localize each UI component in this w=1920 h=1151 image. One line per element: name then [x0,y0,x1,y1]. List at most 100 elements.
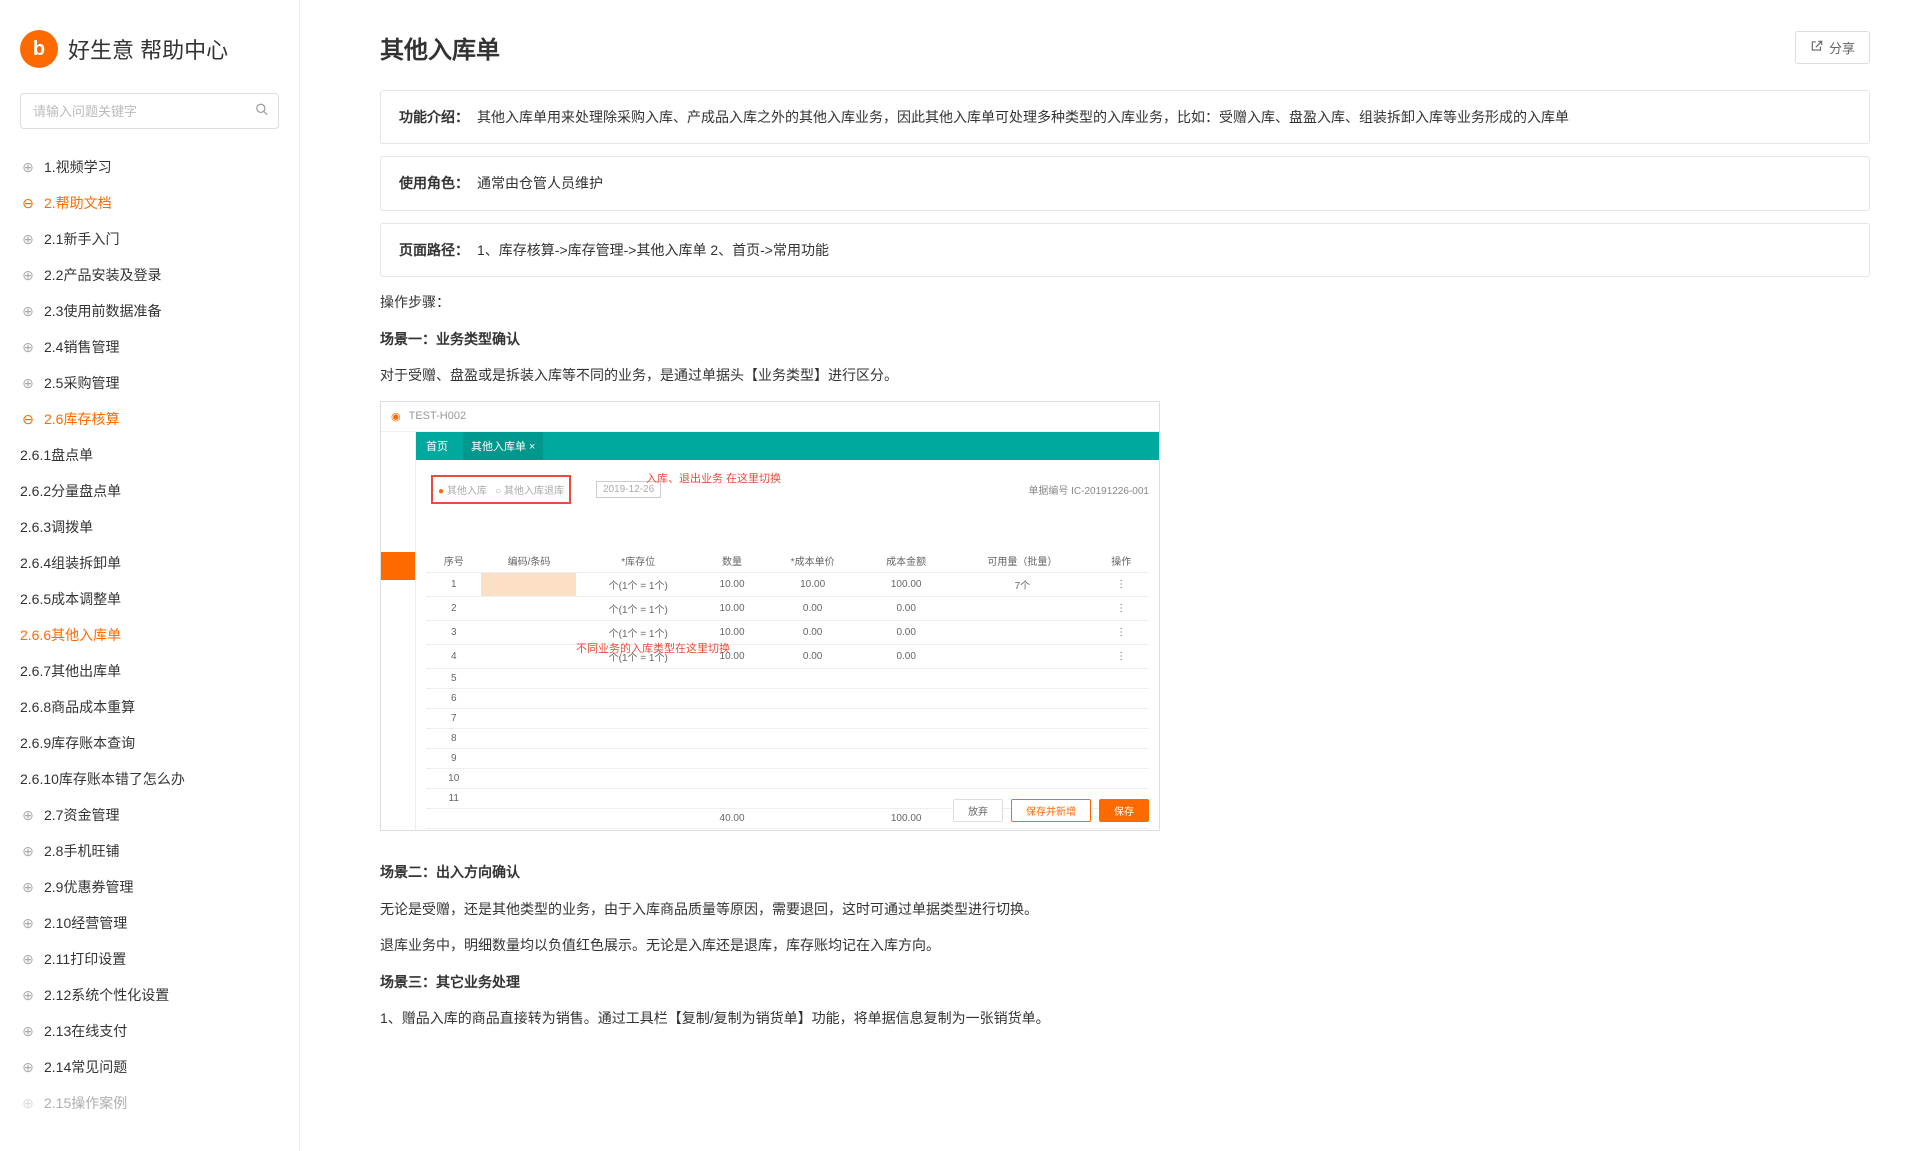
nav-2-6-1[interactable]: 2.6.1盘点单 [20,437,279,473]
path-text: 1、库存核算->库存管理->其他入库单 2、首页->常用功能 [477,242,829,258]
nav-2-11[interactable]: ⊕2.11打印设置 [20,941,279,977]
plus-icon: ⊕ [20,879,36,895]
nav-label: 1.视频学习 [44,157,112,177]
nav-2-1[interactable]: ⊕ 2.1新手入门 [20,221,279,257]
nav-2-13[interactable]: ⊕ 2.13在线支付 [20,1013,279,1049]
nav-video[interactable]: ⊕1.视频学习 [20,149,279,185]
nav-2-5[interactable]: ⊕ 2.5采购管理 [20,365,279,401]
search-icon[interactable] [255,103,269,120]
nav-label: 2.7资金管理 [44,805,119,825]
th: *库存位 [576,549,699,573]
nav-2-6[interactable]: ⊖2.6库存核算 [20,401,279,437]
nav-label: 2.2产品安装及登录 [44,265,161,285]
nav-label: 2.13在线支付 [44,1021,127,1041]
scene3-text: 1、赠品入库的商品直接转为销售。通过工具栏【复制/复制为销货单】功能，将单据信息… [380,1005,1870,1032]
shot-tabs: 首页 其他入库单 × [416,432,1159,460]
share-label: 分享 [1829,38,1855,57]
nav-docs[interactable]: ⊖ 2.帮助文档 [20,185,279,221]
nav-2-3[interactable]: ⊕ 2.3使用前数据准备 [20,293,279,329]
shot-btn-savenew: 保存并新增 [1011,799,1091,822]
plus-icon: ⊕ [20,843,36,859]
shot-btn-discard: 放弃 [953,799,1003,822]
nav-2-7[interactable]: ⊕ 2.7资金管理 [20,797,279,833]
main-content: 其他入库单 分享 功能介绍： 其他入库单用来处理除采购入库、产成品入库之外的其他入… [300,0,1920,1151]
shot-tab-home: 首页 [426,438,448,454]
nav-tree: ⊕1.视频学习 ⊖2.帮助文档 ⊕2.1新手入门 ⊕2.2产品安装及登录 ⊕2.… [20,149,279,1121]
plus-icon: ⊕ [20,915,36,931]
nav-2-6-2[interactable]: 2.6.2分量盘点单 [20,473,279,509]
nav-label: 2.8手机旺铺 [44,841,119,861]
shot-redbox-type: ● 其他入库 ○ 其他入库退库 [431,475,571,504]
th: 数量 [700,549,764,573]
nav-2-8[interactable]: ⊕ 2.8手机旺铺 [20,833,279,869]
nav-2-6-7[interactable]: 2.6.7其他出库单 [20,653,279,689]
nav-label: 2.6.4组装拆卸单 [20,553,121,573]
th: 可用量（批量） [951,549,1093,573]
nav-label: 2.6.8商品成本重算 [20,697,135,717]
intro-text: 其他入库单用来处理除采购入库、产成品入库之外的其他入库业务，因此其他入库单可处理… [477,109,1569,125]
nav-label: 2.6.6其他入库单 [20,625,121,645]
nav-2-6-4[interactable]: 2.6.4组装拆卸单 [20,545,279,581]
share-button[interactable]: 分享 [1795,31,1870,64]
nav-label: 2.11打印设置 [44,949,126,969]
nav-label: 2.3使用前数据准备 [44,301,161,321]
shot-topbar: ◉ TEST-H002 [381,402,1159,432]
nav-2-2[interactable]: ⊕2.2产品安装及登录 [20,257,279,293]
nav-2-6-8[interactable]: 2.6.8商品成本重算 [20,689,279,725]
intro-label: 功能介绍： [399,109,469,125]
plus-icon: ⊕ [20,807,36,823]
nav-2-15[interactable]: ⊕ 2.15操作案例 [20,1085,279,1121]
nav-label: 2.6.10库存账本错了怎么办 [20,769,185,789]
nav-2-6-9[interactable]: 2.6.9库存账本查询 [20,725,279,761]
nav-label: 2.6.9库存账本查询 [20,733,135,753]
role-label: 使用角色： [399,175,469,191]
page-title: 其他入库单 [380,30,500,65]
plus-icon: ⊕ [20,231,36,247]
nav-label: 2.14常见问题 [44,1057,127,1077]
nav-2-12[interactable]: ⊕ 2.12系统个性化设置 [20,977,279,1013]
shot-annotation-2: 不同业务的入库类型在这里切换 [576,640,730,656]
nav-2-6-5[interactable]: 2.6.5成本调整单 [20,581,279,617]
nav-2-14[interactable]: ⊕2.14常见问题 [20,1049,279,1085]
nav-label: 2.6.3调拨单 [20,517,93,537]
shot-main: ● 其他入库 ○ 其他入库退库 2019-12-26 单据编号 IC-20191… [416,460,1159,830]
plus-icon: ⊕ [20,375,36,391]
nav-2-6-6[interactable]: 2.6.6其他入库单 [20,617,279,653]
role-text: 通常由仓管人员维护 [477,175,603,191]
nav-2-6-10[interactable]: 2.6.10库存账本错了怎么办 [20,761,279,797]
scene2-title: 场景二：出入方向确认 [380,859,1870,886]
plus-icon: ⊕ [20,987,36,1003]
shot-tab-current: 其他入库单 × [463,432,543,460]
search-box [20,93,279,129]
nav-2-10[interactable]: ⊕2.10经营管理 [20,905,279,941]
share-icon [1810,39,1824,56]
search-input[interactable] [20,93,279,129]
minus-icon: ⊖ [20,195,36,211]
plus-icon: ⊕ [20,1095,36,1111]
nav-label: 2.12系统个性化设置 [44,985,169,1005]
sidebar: b 好生意 帮助中心 ⊕1.视频学习 ⊖2.帮助文档 ⊕2.1新手入门 ⊕2.2… [0,0,300,1151]
embedded-screenshot: ◉ TEST-H002 首页 其他入库单 × ● 其他入库 ○ 其他入库退库 2… [380,401,1160,831]
scene2-text1: 无论是受赠，还是其他类型的业务，由于入库商品质量等原因，需要退回，这时可通过单据… [380,896,1870,923]
nav-2-4[interactable]: ⊕2.4销售管理 [20,329,279,365]
shot-tenant: TEST-H002 [409,410,466,422]
th: 操作 [1093,549,1149,573]
brand-title: 好生意 帮助中心 [68,33,228,65]
plus-icon: ⊕ [20,303,36,319]
nav-2-9[interactable]: ⊕2.9优惠券管理 [20,869,279,905]
shot-sidebar [381,432,416,830]
nav-label: 2.帮助文档 [44,193,112,213]
shot-docno: IC-20191226-001 [1071,486,1149,497]
intro-box: 功能介绍： 其他入库单用来处理除采购入库、产成品入库之外的其他入库业务，因此其他入… [380,90,1870,144]
th: 成本金额 [861,549,951,573]
minus-icon: ⊖ [20,411,36,427]
brand: b 好生意 帮助中心 [20,30,279,68]
plus-icon: ⊕ [20,1023,36,1039]
nav-label: 2.1新手入门 [44,229,119,249]
nav-label: 2.5采购管理 [44,373,119,393]
scene3-title: 场景三：其它业务处理 [380,969,1870,996]
shot-footer: 放弃 保存并新增 保存 [953,799,1149,822]
nav-2-6-3[interactable]: 2.6.3调拨单 [20,509,279,545]
page-header: 其他入库单 分享 [380,30,1870,65]
nav-label: 2.15操作案例 [44,1093,127,1113]
